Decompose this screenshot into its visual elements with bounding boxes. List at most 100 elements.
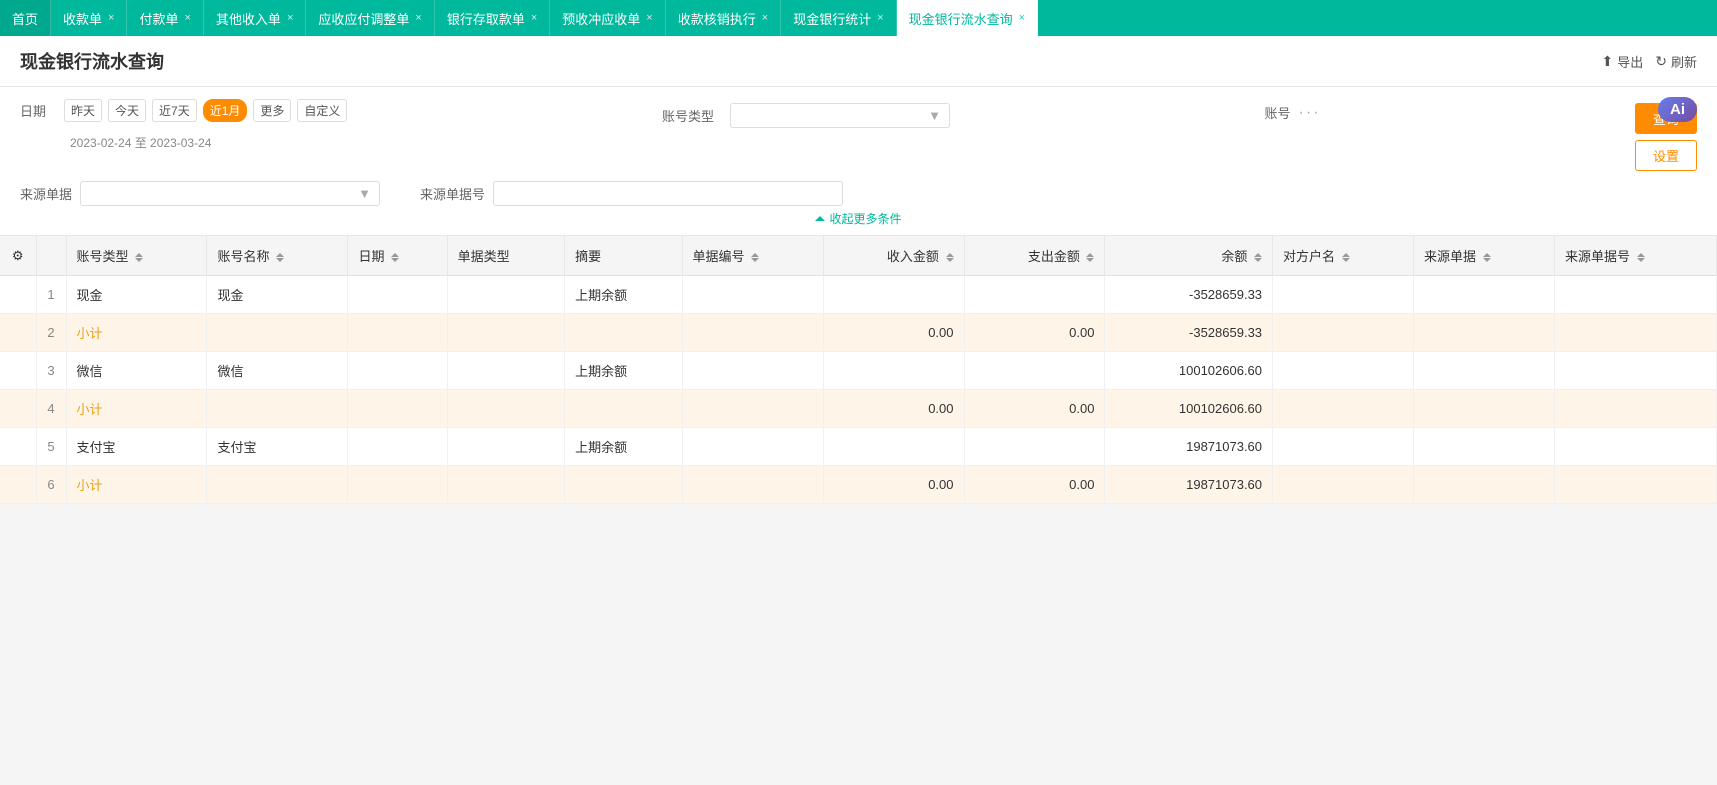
- col-account-name[interactable]: 账号名称: [207, 236, 348, 276]
- nav-tab-cash-bank-stats[interactable]: 现金银行统计 ×: [781, 0, 896, 36]
- account-type-select[interactable]: ▼: [730, 103, 950, 128]
- nav-tab-payment[interactable]: 付款单 ×: [127, 0, 203, 36]
- col-source-doc-no[interactable]: 来源单据号: [1555, 236, 1717, 276]
- row-counterparty: [1273, 276, 1414, 314]
- nav-tab-other-income-label: 其他收入单: [216, 9, 281, 28]
- row-income: [823, 276, 964, 314]
- table-row[interactable]: 6 小计 0.00 0.00 19871073.60: [0, 466, 1717, 504]
- row-date: [348, 314, 447, 352]
- table-header-row: ⚙ 账号类型 账号名称 日期: [0, 236, 1717, 276]
- nav-tab-collection-exec[interactable]: 收款核销执行 ×: [666, 0, 781, 36]
- table-row[interactable]: 1 现金 现金 上期余额 -3528659.33: [0, 276, 1717, 314]
- refresh-button[interactable]: ↻ 刷新: [1655, 52, 1697, 71]
- nav-tab-ar-ap-adjust[interactable]: 应收应付调整单 ×: [306, 0, 434, 36]
- close-icon[interactable]: ×: [108, 12, 114, 24]
- nav-tab-bank-deposit-label: 银行存取款单: [447, 9, 525, 28]
- row-expense: [964, 352, 1105, 390]
- collapse-bar[interactable]: 收起更多条件: [20, 210, 1697, 227]
- source-doc-select[interactable]: ▼: [80, 181, 380, 206]
- row-balance: 19871073.60: [1105, 428, 1273, 466]
- nav-tab-ar-ap-adjust-label: 应收应付调整单: [318, 9, 409, 28]
- close-icon[interactable]: ×: [646, 12, 652, 24]
- export-button[interactable]: ⬆ 导出: [1602, 52, 1644, 71]
- col-source-doc[interactable]: 来源单据: [1414, 236, 1555, 276]
- row-balance: 19871073.60: [1105, 466, 1273, 504]
- table-body: 1 现金 现金 上期余额 -3528659.33 2 小计 0.00 0.00 …: [0, 276, 1717, 504]
- date-filter-label: 日期: [20, 101, 56, 120]
- row-source-doc-no: [1555, 428, 1717, 466]
- row-source-doc-no: [1555, 352, 1717, 390]
- col-expense[interactable]: 支出金额: [964, 236, 1105, 276]
- setting-button[interactable]: 设置: [1635, 140, 1697, 171]
- row-num-cell: 2: [36, 314, 66, 352]
- close-icon[interactable]: ×: [531, 12, 537, 24]
- row-doc-no: [682, 276, 823, 314]
- row-doc-no: [682, 466, 823, 504]
- sort-icon-counterparty: [1342, 253, 1350, 262]
- row-expense: 0.00: [964, 314, 1105, 352]
- account-more-icon[interactable]: ···: [1298, 104, 1320, 122]
- row-num-cell: 4: [36, 390, 66, 428]
- date-btn-more[interactable]: 更多: [253, 99, 291, 122]
- row-income: 0.00: [823, 466, 964, 504]
- table-container: ⚙ 账号类型 账号名称 日期: [0, 236, 1717, 504]
- col-doc-no[interactable]: 单据编号: [682, 236, 823, 276]
- close-icon[interactable]: ×: [287, 12, 293, 24]
- sort-icon-account-type: [135, 253, 143, 262]
- nav-tab-receipt-label: 收款单: [63, 9, 102, 28]
- source-doc-no-label: 来源单据号: [420, 184, 485, 203]
- row-counterparty: [1273, 352, 1414, 390]
- date-range-text: 2023-02-24 至 2023-03-24: [70, 136, 211, 150]
- col-gear[interactable]: ⚙: [0, 236, 36, 276]
- date-btn-custom[interactable]: 自定义: [297, 99, 347, 122]
- nav-tab-receipt[interactable]: 收款单 ×: [51, 0, 127, 36]
- table-row[interactable]: 2 小计 0.00 0.00 -3528659.33: [0, 314, 1717, 352]
- gear-icon[interactable]: ⚙: [12, 248, 24, 263]
- row-gear-cell: [0, 352, 36, 390]
- col-counterparty[interactable]: 对方户名: [1273, 236, 1414, 276]
- close-icon[interactable]: ×: [1019, 12, 1025, 24]
- row-date: [348, 276, 447, 314]
- table-row[interactable]: 3 微信 微信 上期余额 100102606.60: [0, 352, 1717, 390]
- sort-icon-date: [391, 253, 399, 262]
- row-income: 0.00: [823, 314, 964, 352]
- nav-tab-bank-deposit[interactable]: 银行存取款单 ×: [435, 0, 550, 36]
- row-account-type: 微信: [66, 352, 207, 390]
- nav-tab-advance-offset[interactable]: 预收冲应收单 ×: [550, 0, 665, 36]
- row-expense: [964, 428, 1105, 466]
- row-gear-cell: [0, 390, 36, 428]
- row-gear-cell: [0, 314, 36, 352]
- close-icon[interactable]: ×: [762, 12, 768, 24]
- row-num-cell: 6: [36, 466, 66, 504]
- row-source-doc: [1414, 466, 1555, 504]
- row-account-name: [207, 314, 348, 352]
- nav-tab-advance-offset-label: 预收冲应收单: [562, 9, 640, 28]
- close-icon[interactable]: ×: [415, 12, 421, 24]
- row-account-type: 支付宝: [66, 428, 207, 466]
- close-icon[interactable]: ×: [184, 12, 190, 24]
- date-btn-yesterday[interactable]: 昨天: [64, 99, 102, 122]
- date-btn-today[interactable]: 今天: [108, 99, 146, 122]
- nav-tab-home[interactable]: 首页: [0, 0, 51, 36]
- date-btn-1month[interactable]: 近1月: [203, 99, 248, 122]
- date-btn-7days[interactable]: 近7天: [152, 99, 197, 122]
- close-icon[interactable]: ×: [877, 12, 883, 24]
- row-summary: [565, 314, 682, 352]
- table-row[interactable]: 4 小计 0.00 0.00 100102606.60: [0, 390, 1717, 428]
- row-summary: [565, 390, 682, 428]
- col-income[interactable]: 收入金额: [823, 236, 964, 276]
- row-date: [348, 352, 447, 390]
- col-balance[interactable]: 余额: [1105, 236, 1273, 276]
- filter-row-date: 日期 昨天 今天 近7天 近1月 更多 自定义: [20, 99, 347, 122]
- source-doc-no-input[interactable]: [493, 181, 843, 206]
- nav-tab-cash-bank-flow[interactable]: 现金银行流水查询 ×: [897, 0, 1038, 36]
- row-num-cell: 5: [36, 428, 66, 466]
- row-source-doc: [1414, 276, 1555, 314]
- col-date[interactable]: 日期: [348, 236, 447, 276]
- table-row[interactable]: 5 支付宝 支付宝 上期余额 19871073.60: [0, 428, 1717, 466]
- col-account-type[interactable]: 账号类型: [66, 236, 207, 276]
- row-doc-type: [447, 390, 564, 428]
- row-date: [348, 390, 447, 428]
- ai-badge[interactable]: Ai: [1658, 97, 1697, 122]
- nav-tab-other-income[interactable]: 其他收入单 ×: [204, 0, 306, 36]
